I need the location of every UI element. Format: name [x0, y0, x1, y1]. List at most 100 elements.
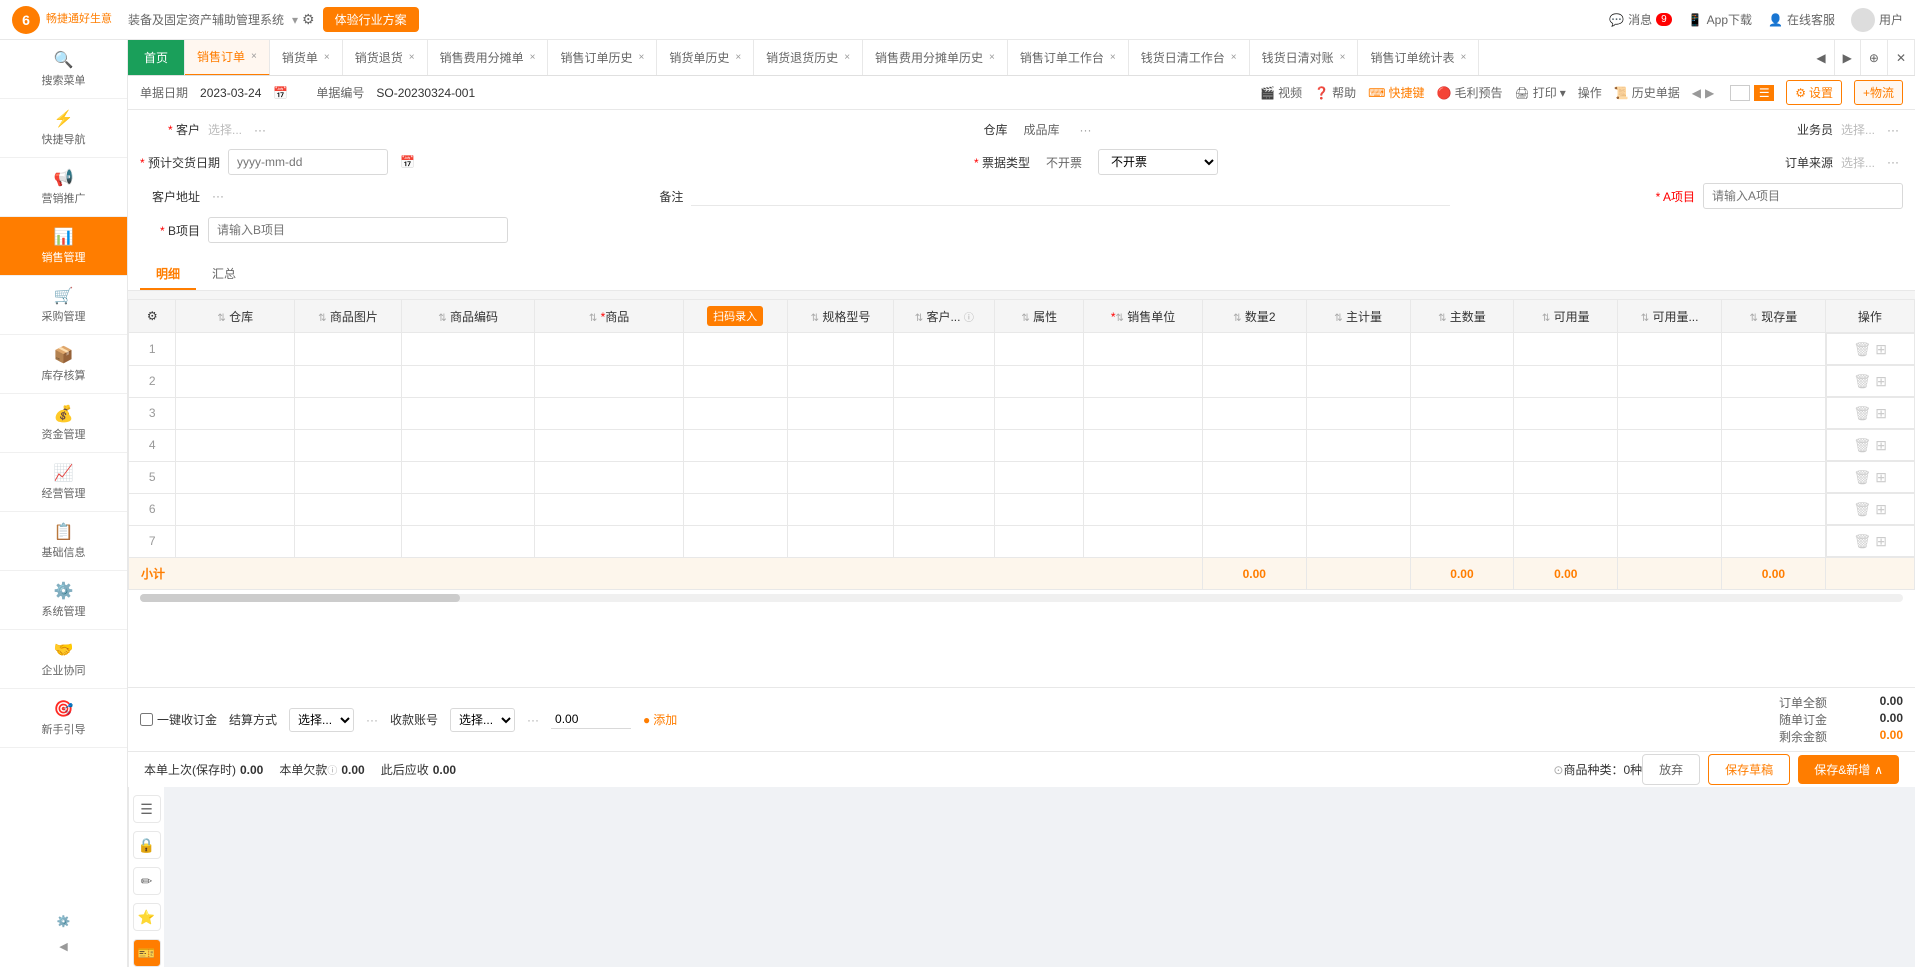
payment-amount[interactable]: [551, 710, 631, 729]
tab-order-workbench[interactable]: 销售订单工作台 ×: [1008, 40, 1129, 76]
customer-dots[interactable]: ···: [250, 123, 270, 137]
order-source-dots[interactable]: ···: [1883, 155, 1903, 169]
row-mainunit-1[interactable]: [1306, 333, 1410, 366]
tab-more[interactable]: ⊕: [1861, 40, 1888, 76]
tab-sales-invoice[interactable]: 销货单 ×: [270, 40, 343, 76]
tab-sales-return[interactable]: 销货退货 ×: [343, 40, 428, 76]
one-key-payment-checkbox[interactable]: 一键收订金: [140, 711, 217, 728]
tab-order-history[interactable]: 销售订单历史 ×: [548, 40, 657, 76]
row-available2-1[interactable]: [1618, 333, 1722, 366]
copy-row-2[interactable]: ⊞: [1875, 373, 1887, 390]
row-mainunit-5[interactable]: [1306, 461, 1410, 493]
product-count-icon[interactable]: ⊙: [1553, 763, 1563, 777]
row-warehouse-2[interactable]: [176, 365, 295, 397]
tab-summary[interactable]: 汇总: [196, 259, 252, 290]
row-product-7[interactable]: [535, 525, 683, 558]
sidebar-item-operation[interactable]: 📈 经营管理: [0, 453, 127, 512]
th-customer[interactable]: ⇅ 客户... ⓘ: [894, 300, 995, 333]
tab-close-sales[interactable]: ×: [251, 51, 257, 62]
right-panel-btn-5[interactable]: 🎫: [133, 939, 161, 967]
tab-expense-history[interactable]: 销售费用分摊单历史 ×: [863, 40, 1008, 76]
row-unit-1[interactable]: [1084, 333, 1203, 366]
row-product-6[interactable]: [535, 493, 683, 525]
profit-btn[interactable]: 🔴 毛利预告: [1437, 84, 1503, 101]
calendar-icon[interactable]: 📅: [273, 86, 288, 100]
sidebar-settings-btn[interactable]: ⚙️: [0, 909, 127, 934]
row-product-2[interactable]: [535, 365, 683, 397]
sidebar-item-finance[interactable]: 💰 资金管理: [0, 394, 127, 453]
tab-sales-stats[interactable]: 销售订单统计表 ×: [1358, 40, 1479, 76]
row-code-5[interactable]: [401, 461, 535, 493]
row-attr-5[interactable]: [995, 461, 1084, 493]
tab-close-cash[interactable]: ×: [1231, 52, 1237, 63]
row-available-6[interactable]: [1514, 493, 1618, 525]
row-unit-2[interactable]: [1084, 365, 1203, 397]
row-mainqty-1[interactable]: [1410, 333, 1514, 366]
settings-icon[interactable]: ⚙: [302, 11, 315, 28]
row-unit-6[interactable]: [1084, 493, 1203, 525]
payment-checkbox[interactable]: [140, 713, 153, 726]
sidebar-item-search[interactable]: 🔍 搜索菜单: [0, 40, 127, 99]
row-product-1[interactable]: [535, 333, 683, 366]
row-customer-6[interactable]: [894, 493, 995, 525]
discard-btn[interactable]: 放弃: [1642, 754, 1700, 785]
delete-row-6[interactable]: 🗑: [1853, 501, 1871, 518]
row-available2-3[interactable]: [1618, 397, 1722, 429]
shortcut-btn[interactable]: ⌨ 快捷键: [1368, 84, 1424, 101]
row-attr-4[interactable]: [995, 429, 1084, 461]
row-available2-4[interactable]: [1618, 429, 1722, 461]
industry-btn[interactable]: 体验行业方案: [323, 7, 419, 32]
row-available2-7[interactable]: [1618, 525, 1722, 558]
row-qty2-4[interactable]: [1202, 429, 1306, 461]
row-customer-2[interactable]: [894, 365, 995, 397]
message-item[interactable]: 💬 消息 9: [1609, 11, 1672, 28]
row-qty2-3[interactable]: [1202, 397, 1306, 429]
address-dots[interactable]: ···: [208, 189, 228, 203]
sidebar-collapse-btn[interactable]: ◀: [0, 934, 127, 959]
row-spec-4[interactable]: [787, 429, 894, 461]
row-warehouse-7[interactable]: [176, 525, 295, 558]
sidebar-item-quicknav[interactable]: ⚡ 快捷导航: [0, 99, 127, 158]
row-spec-2[interactable]: [787, 365, 894, 397]
row-qty2-2[interactable]: [1202, 365, 1306, 397]
tab-sales-order[interactable]: 销售订单 ×: [185, 40, 270, 76]
row-stock-5[interactable]: [1722, 461, 1826, 493]
row-code-6[interactable]: [401, 493, 535, 525]
sidebar-item-enterprise[interactable]: 🤝 企业协同: [0, 630, 127, 689]
row-available2-6[interactable]: [1618, 493, 1722, 525]
sidebar-item-inventory[interactable]: 📦 库存核算: [0, 335, 127, 394]
row-product-5[interactable]: [535, 461, 683, 493]
tab-close-reconcile[interactable]: ×: [1340, 52, 1346, 63]
row-available-5[interactable]: [1514, 461, 1618, 493]
tab-close-history3[interactable]: ×: [844, 52, 850, 63]
th-attr[interactable]: ⇅ 属性: [995, 300, 1084, 333]
row-spec-6[interactable]: [787, 493, 894, 525]
row-attr-6[interactable]: [995, 493, 1084, 525]
copy-row-1[interactable]: ⊞: [1875, 341, 1887, 358]
row-available-4[interactable]: [1514, 429, 1618, 461]
view-btn[interactable]: 🎬 视频: [1260, 84, 1302, 101]
row-customer-4[interactable]: [894, 429, 995, 461]
copy-row-4[interactable]: ⊞: [1875, 437, 1887, 454]
tab-close-invoice[interactable]: ×: [324, 52, 330, 63]
operate-btn[interactable]: 操作: [1578, 84, 1602, 101]
row-mainqty-6[interactable]: [1410, 493, 1514, 525]
delete-row-1[interactable]: 🗑: [1853, 341, 1871, 358]
account-select[interactable]: 选择...: [450, 708, 515, 732]
delete-row-4[interactable]: 🗑: [1853, 437, 1871, 454]
row-qty2-1[interactable]: [1202, 333, 1306, 366]
method-select[interactable]: 选择...: [289, 708, 354, 732]
delete-row-5[interactable]: 🗑: [1853, 469, 1871, 486]
row-warehouse-1[interactable]: [176, 333, 295, 366]
tab-detail[interactable]: 明细: [140, 259, 196, 290]
tab-invoice-history[interactable]: 销货单历史 ×: [657, 40, 754, 76]
help-btn[interactable]: ❓ 帮助: [1314, 84, 1356, 101]
row-stock-6[interactable]: [1722, 493, 1826, 525]
tab-close-stats[interactable]: ×: [1460, 52, 1466, 63]
row-available-1[interactable]: [1514, 333, 1618, 366]
row-unit-3[interactable]: [1084, 397, 1203, 429]
row-available-2[interactable]: [1514, 365, 1618, 397]
copy-row-3[interactable]: ⊞: [1875, 405, 1887, 422]
tab-return-history[interactable]: 销货退货历史 ×: [754, 40, 863, 76]
add-item-btn[interactable]: +物流: [1854, 80, 1903, 105]
